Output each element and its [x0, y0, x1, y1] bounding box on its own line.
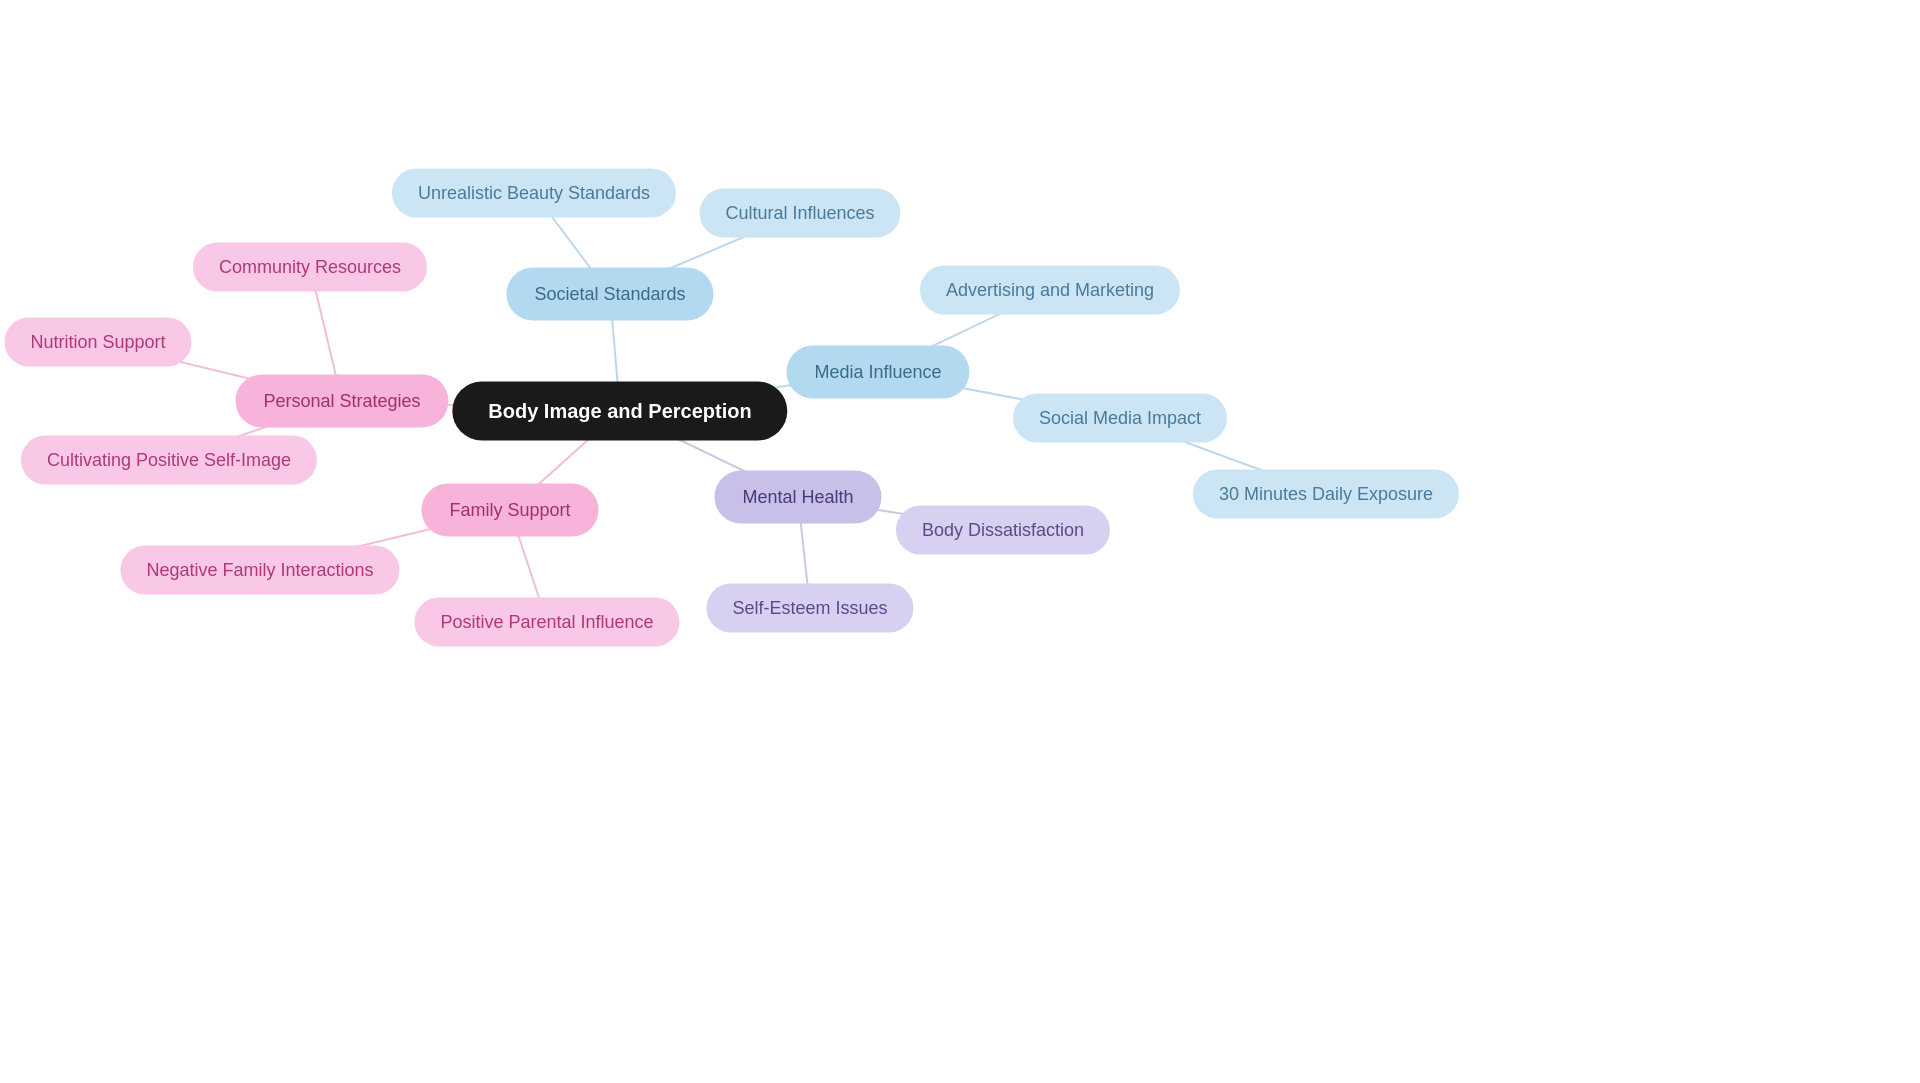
node-posparental[interactable]: Positive Parental Influence	[414, 598, 679, 647]
node-advertising[interactable]: Advertising and Marketing	[920, 266, 1180, 315]
mindmap-container: Body Image and Perception Societal Standa…	[0, 0, 1920, 1083]
node-cultivating[interactable]: Cultivating Positive Self-Image	[21, 436, 317, 485]
node-unrealistic[interactable]: Unrealistic Beauty Standards	[392, 169, 676, 218]
node-media[interactable]: Media Influence	[786, 346, 969, 399]
node-mental[interactable]: Mental Health	[714, 471, 881, 524]
node-cultural[interactable]: Cultural Influences	[699, 189, 900, 238]
node-family[interactable]: Family Support	[421, 484, 598, 537]
node-bodydis[interactable]: Body Dissatisfaction	[896, 506, 1110, 555]
node-negfamily[interactable]: Negative Family Interactions	[120, 546, 399, 595]
node-societal[interactable]: Societal Standards	[506, 268, 713, 321]
node-nutrition[interactable]: Nutrition Support	[4, 318, 191, 367]
node-personal[interactable]: Personal Strategies	[235, 375, 448, 428]
node-socialmedia[interactable]: Social Media Impact	[1013, 394, 1227, 443]
node-selfesteem[interactable]: Self-Esteem Issues	[706, 584, 913, 633]
node-center[interactable]: Body Image and Perception	[452, 382, 787, 441]
node-community[interactable]: Community Resources	[193, 243, 427, 292]
node-daily30[interactable]: 30 Minutes Daily Exposure	[1193, 470, 1459, 519]
